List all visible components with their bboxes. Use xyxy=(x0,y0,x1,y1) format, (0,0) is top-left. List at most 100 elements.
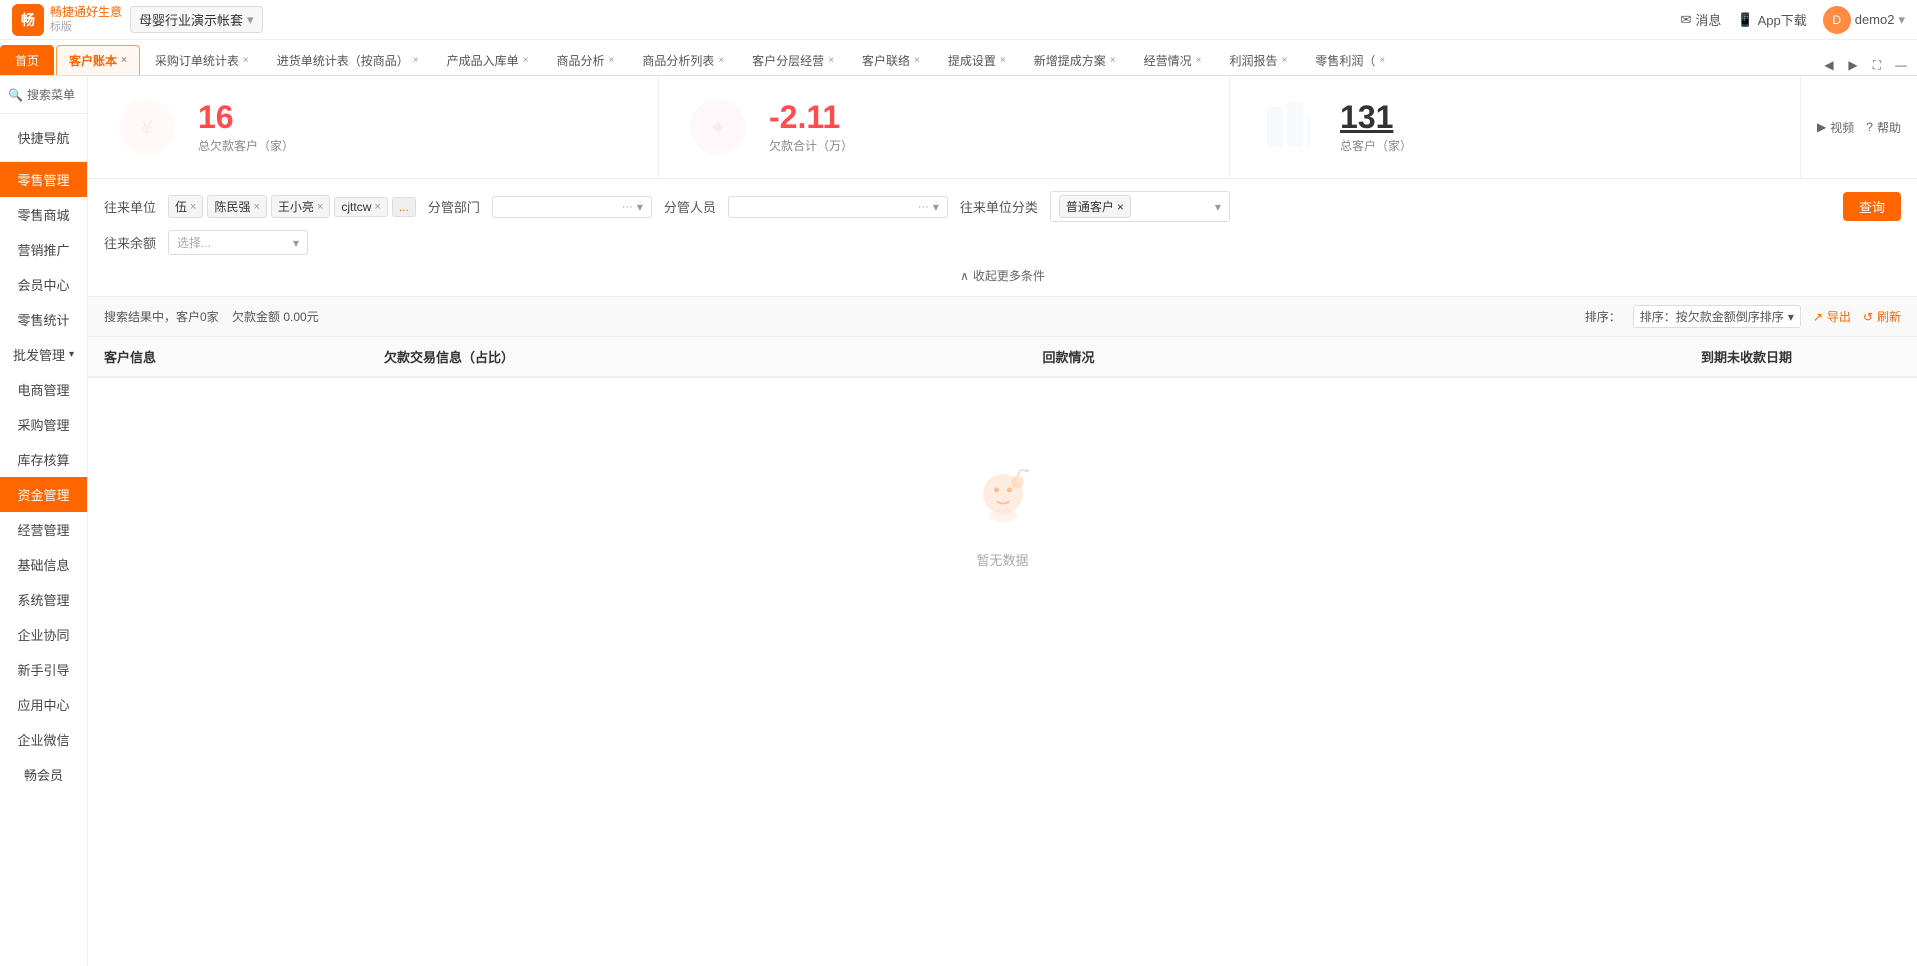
amount-label: 欠款金额 0.00元 xyxy=(232,310,319,324)
app-download-btn[interactable]: 📱 App下载 xyxy=(1737,10,1806,29)
tab-customer-segment[interactable]: 客户分层经营 × xyxy=(739,45,847,75)
sidebar-item-basic-info[interactable]: 基础信息 xyxy=(0,547,87,582)
sidebar-item-member-center[interactable]: 会员中心 xyxy=(0,267,87,302)
tag-close-icon[interactable]: × xyxy=(190,201,196,213)
sidebar-quick-nav[interactable]: 快捷导航 xyxy=(0,120,87,155)
tab-product-analysis[interactable]: 商品分析 × xyxy=(543,45,627,75)
sidebar-item-purchase[interactable]: 采购管理 xyxy=(0,407,87,442)
tab-customer-contact[interactable]: 客户联络 × xyxy=(849,45,933,75)
chevron-down-icon: ▾ xyxy=(1898,12,1905,28)
close-icon[interactable]: × xyxy=(523,55,529,66)
sidebar-item-operations[interactable]: 经营管理 xyxy=(0,512,87,547)
tab-operations[interactable]: 经营情况 × xyxy=(1131,45,1215,75)
chevron-up-icon: ∧ xyxy=(960,269,969,283)
close-icon[interactable]: × xyxy=(1110,55,1116,66)
stat-info-debt: -2.11 欠款合计（万） xyxy=(769,101,853,154)
sidebar-item-wholesale[interactable]: 批发管理 ▾ xyxy=(0,337,87,372)
sidebar-item-enterprise-wechat[interactable]: 企业微信 xyxy=(0,722,87,757)
tab-profit-report[interactable]: 利润报告 × xyxy=(1216,45,1300,75)
tab-prev-btn[interactable]: ◀ xyxy=(1819,55,1839,75)
chevron-down-icon: ▾ xyxy=(293,236,299,250)
col-debt-info: 欠款交易信息（占比） xyxy=(384,347,1043,366)
tab-incoming-stats[interactable]: 进货单统计表（按商品） × xyxy=(264,45,432,75)
chevron-down-icon: ▾ xyxy=(637,200,643,214)
message-label: 消息 xyxy=(1695,10,1721,29)
tab-fullscreen-btn[interactable]: ⛶ xyxy=(1867,55,1887,75)
tab-product-analysis-list[interactable]: 商品分析列表 × xyxy=(629,45,737,75)
stats-bar: ¥ 16 总欠款客户（家） ✦ xyxy=(88,76,1917,179)
close-icon[interactable]: × xyxy=(1281,55,1287,66)
store-name: 母婴行业演示帐套 xyxy=(139,10,243,29)
close-icon[interactable]: × xyxy=(1379,55,1385,66)
close-icon[interactable]: × xyxy=(828,55,834,66)
help-btn[interactable]: ? 帮助 xyxy=(1866,119,1901,136)
close-icon[interactable]: × xyxy=(243,55,249,66)
video-btn[interactable]: ▶ 视频 xyxy=(1817,119,1854,136)
stat-card-debt: ✦ -2.11 欠款合计（万） xyxy=(659,76,1230,178)
close-icon[interactable]: × xyxy=(608,55,614,66)
tab-purchase-orders[interactable]: 采购订单统计表 × xyxy=(142,45,262,75)
more-tags-btn[interactable]: ... xyxy=(392,197,416,217)
sidebar-item-retail-mgmt[interactable]: 零售管理 xyxy=(0,162,87,197)
tag-close-icon[interactable]: × xyxy=(374,201,380,213)
search-results-label: 搜索结果中，客户0家 xyxy=(104,310,219,324)
category-select[interactable]: 普通客户 × ▾ xyxy=(1050,191,1230,222)
tab-new-commission[interactable]: 新增提成方案 × xyxy=(1021,45,1129,75)
message-icon: ✉ xyxy=(1680,12,1691,28)
close-icon[interactable]: × xyxy=(413,55,419,66)
tag-cjttcw: cjttcw × xyxy=(334,197,387,217)
sidebar: 🔍 搜索菜单 快捷导航 零售管理 零售商城 营销推广 会员中心 零售统计 批发管… xyxy=(0,76,88,966)
sidebar-item-new-guide[interactable]: 新手引导 xyxy=(0,652,87,687)
col-customer-info: 客户信息 xyxy=(104,347,384,366)
sidebar-search[interactable]: 🔍 搜索菜单 xyxy=(0,76,87,114)
filter-row-1: 往来单位 伍 × 陈民强 × 王小亮 × cjttcw xyxy=(104,191,1901,222)
sidebar-item-enterprise-coop[interactable]: 企业协同 xyxy=(0,617,87,652)
message-btn[interactable]: ✉ 消息 xyxy=(1680,10,1721,29)
stat-value-customers: 16 xyxy=(198,101,294,133)
close-icon[interactable]: × xyxy=(1000,55,1006,66)
filter-row-2: 往来余额 选择... ▾ xyxy=(104,230,1901,255)
tag-close-icon[interactable]: × xyxy=(253,201,259,213)
tab-commission-settings[interactable]: 提成设置 × xyxy=(935,45,1019,75)
export-btn[interactable]: ↗ 导出 xyxy=(1813,308,1851,325)
tab-retail-profit[interactable]: 零售利润（ × xyxy=(1302,45,1398,75)
tag-close-icon[interactable]: × xyxy=(1117,200,1124,214)
collapse-btn[interactable]: ∧ 收起更多条件 xyxy=(104,263,1901,292)
tab-home[interactable]: 首页 xyxy=(0,45,54,75)
store-selector[interactable]: 母婴行业演示帐套 ▾ xyxy=(130,6,263,33)
sidebar-item-finance[interactable]: 资金管理 xyxy=(0,477,87,512)
query-button[interactable]: 查询 xyxy=(1843,192,1901,221)
close-icon[interactable]: × xyxy=(1196,55,1202,66)
tab-next-btn[interactable]: ▶ xyxy=(1843,55,1863,75)
sidebar-item-member[interactable]: 畅会员 xyxy=(0,757,87,792)
sidebar-item-retail-stats[interactable]: 零售统计 xyxy=(0,302,87,337)
data-table: 客户信息 欠款交易信息（占比） 回款情况 到期未收款日期 xyxy=(88,337,1917,966)
search-label: 搜索菜单 xyxy=(27,86,75,103)
balance-select[interactable]: 选择... ▾ xyxy=(168,230,308,255)
close-icon[interactable]: × xyxy=(914,55,920,66)
tag-close-icon[interactable]: × xyxy=(317,201,323,213)
stat-label-total: 总客户（家） xyxy=(1340,137,1412,154)
sidebar-item-app-center[interactable]: 应用中心 xyxy=(0,687,87,722)
person-select[interactable]: ··· ▾ xyxy=(728,196,948,218)
chevron-down-icon: ▾ xyxy=(933,200,939,214)
sidebar-item-marketing[interactable]: 营销推广 xyxy=(0,232,87,267)
sidebar-item-system[interactable]: 系统管理 xyxy=(0,582,87,617)
close-icon[interactable]: × xyxy=(121,55,127,66)
ellipsis-icon: ··· xyxy=(918,201,929,213)
stat-label-customers: 总欠款客户（家） xyxy=(198,137,294,154)
col-repayment: 回款情况 xyxy=(1043,347,1702,366)
sort-select[interactable]: 排序：按欠款金额倒序排序 ▾ xyxy=(1633,305,1801,328)
sidebar-item-inventory[interactable]: 库存核算 xyxy=(0,442,87,477)
tab-minimize-btn[interactable]: — xyxy=(1891,55,1911,75)
tab-product-inbound[interactable]: 产成品入库单 × xyxy=(434,45,542,75)
tag-wu: 伍 × xyxy=(168,195,203,218)
sidebar-item-retail-shop[interactable]: 零售商城 xyxy=(0,197,87,232)
sidebar-item-ecommerce[interactable]: 电商管理 xyxy=(0,372,87,407)
close-icon[interactable]: × xyxy=(718,55,724,66)
tab-customer-accounts[interactable]: 客户账本 × xyxy=(56,45,140,75)
user-menu[interactable]: D demo2 ▾ xyxy=(1823,6,1905,34)
dept-select[interactable]: ··· ▾ xyxy=(492,196,652,218)
svg-text:✦: ✦ xyxy=(709,115,727,140)
refresh-btn[interactable]: ↺ 刷新 xyxy=(1863,308,1901,325)
